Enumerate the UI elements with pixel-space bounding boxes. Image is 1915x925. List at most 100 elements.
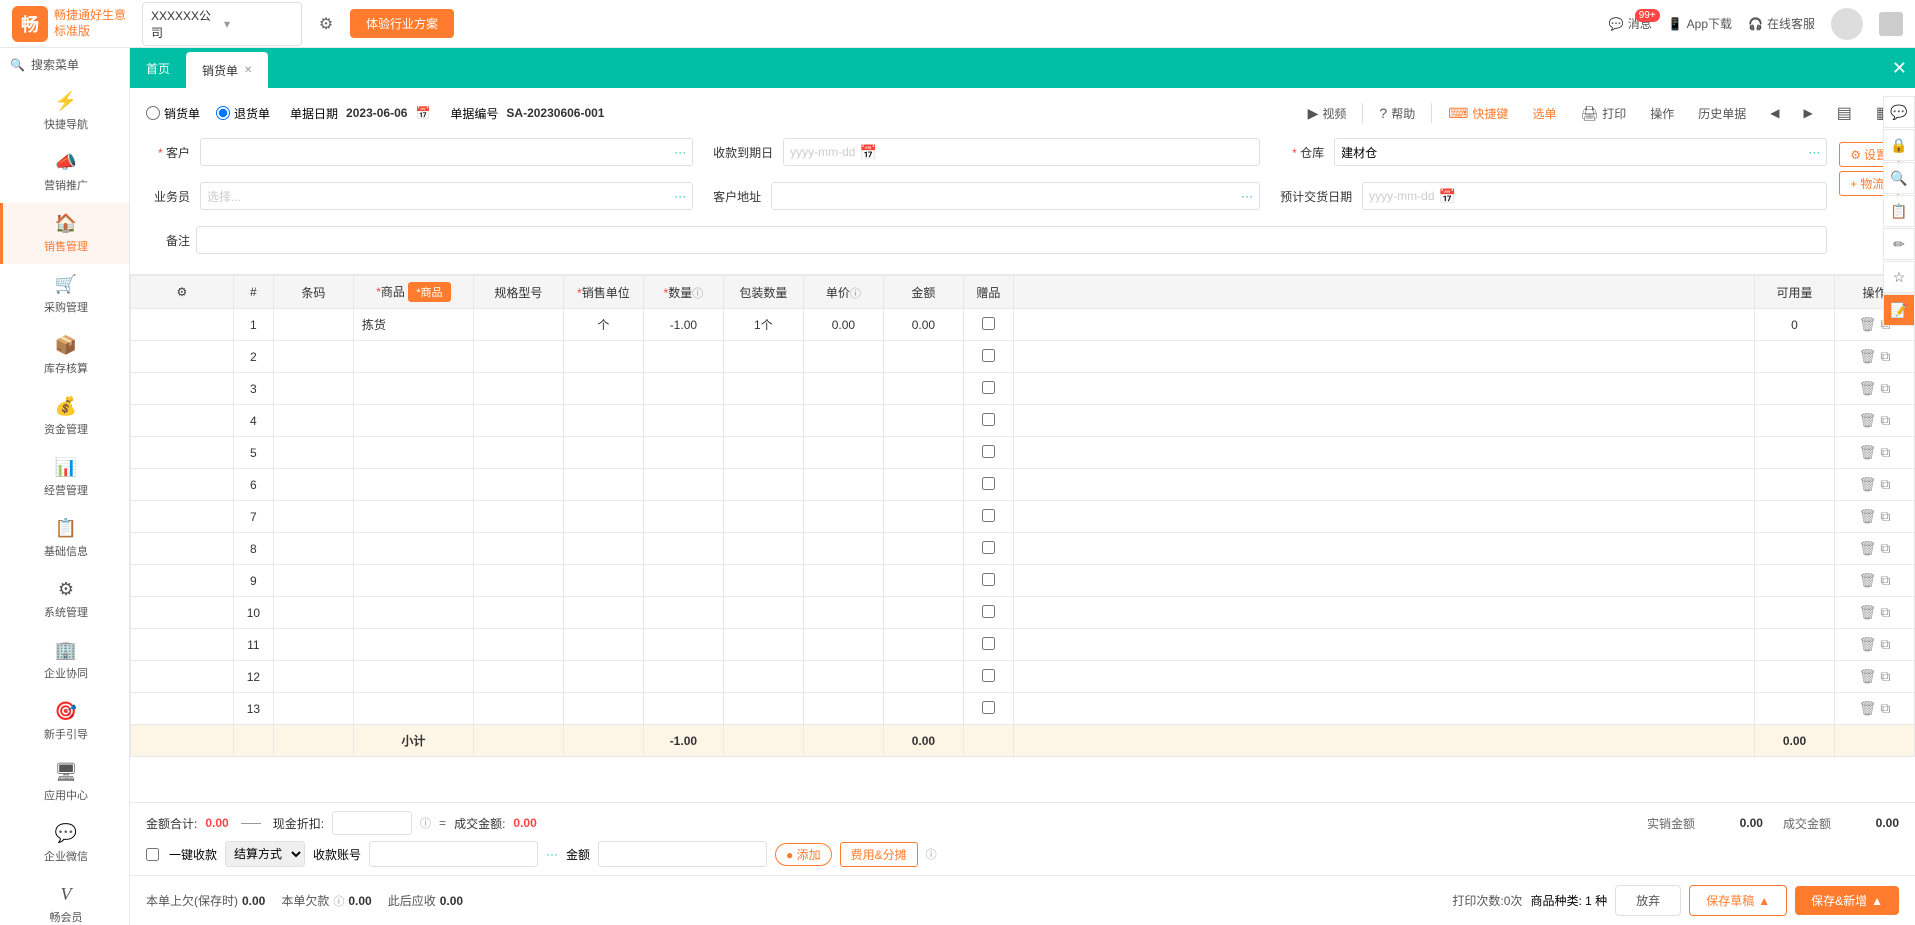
tab-sales-order[interactable]: 销货单 ✕ — [186, 52, 268, 88]
row-gift[interactable] — [963, 437, 1013, 469]
delete-row-icon[interactable]: 🗑 — [1859, 540, 1877, 557]
rf-btn-7[interactable]: 📝 — [1883, 294, 1915, 326]
row-spec[interactable] — [473, 341, 563, 373]
sidebar-item-operations[interactable]: 📊 经营管理 — [0, 447, 129, 508]
row-gift[interactable] — [963, 405, 1013, 437]
trial-button[interactable]: 体验行业方案 — [350, 9, 454, 38]
delete-row-icon[interactable]: 🗑 — [1859, 316, 1877, 333]
shortcut-btn[interactable]: ⌨ 快捷键 — [1440, 102, 1516, 125]
row-gift[interactable] — [963, 309, 1013, 341]
delete-row-icon[interactable]: 🗑 — [1859, 444, 1877, 461]
delete-row-icon[interactable]: 🗑 — [1859, 380, 1877, 397]
sidebar-item-apps[interactable]: 🖥 应用中心 — [0, 752, 129, 813]
customer-input[interactable]: ··· — [200, 138, 693, 166]
more-icon[interactable]: ··· — [674, 145, 686, 159]
row-product[interactable] — [353, 437, 473, 469]
sidebar-item-wechat[interactable]: 💬 企业微信 — [0, 813, 129, 874]
sidebar-item-inventory[interactable]: 📦 库存核算 — [0, 325, 129, 386]
delete-row-icon[interactable]: 🗑 — [1859, 700, 1877, 717]
payment-method-select[interactable]: 结算方式 — [225, 841, 305, 867]
row-qty[interactable] — [643, 405, 723, 437]
copy-row-icon[interactable]: ⧉ — [1880, 636, 1890, 653]
row-price[interactable] — [803, 661, 883, 693]
row-qty[interactable] — [643, 629, 723, 661]
video-btn[interactable]: ▶ 视频 — [1300, 102, 1355, 125]
row-product[interactable] — [353, 341, 473, 373]
row-price[interactable] — [803, 501, 883, 533]
row-spec[interactable] — [473, 565, 563, 597]
amount-input[interactable] — [598, 841, 767, 867]
row-product[interactable] — [353, 501, 473, 533]
next-btn[interactable]: ▶ — [1796, 103, 1821, 123]
row-price[interactable] — [803, 597, 883, 629]
row-barcode[interactable] — [273, 437, 353, 469]
sidebar-item-sales[interactable]: 🏠 销售管理 — [0, 203, 129, 264]
row-price[interactable] — [803, 693, 883, 725]
row-gift[interactable] — [963, 629, 1013, 661]
sidebar-item-newbie[interactable]: 🎯 新手引导 — [0, 691, 129, 752]
row-spec[interactable] — [473, 405, 563, 437]
row-price[interactable] — [803, 565, 883, 597]
cash-discount-input[interactable] — [332, 811, 412, 835]
delete-row-icon[interactable]: 🗑 — [1859, 572, 1877, 589]
sidebar-item-purchase[interactable]: 🛒 采购管理 — [0, 264, 129, 325]
expected-date-input[interactable]: yyyy-mm-dd 📅 — [1362, 182, 1827, 210]
one-click-pay-checkbox[interactable] — [146, 848, 159, 861]
company-selector[interactable]: XXXXXX公司 ▾ — [142, 2, 302, 46]
row-gift[interactable] — [963, 533, 1013, 565]
history-btn[interactable]: 历史单据 — [1690, 102, 1754, 125]
message-button[interactable]: 💬 消息 99+ — [1609, 15, 1652, 32]
row-spec[interactable] — [473, 533, 563, 565]
row-spec[interactable] — [473, 437, 563, 469]
row-barcode[interactable] — [273, 533, 353, 565]
row-product[interactable] — [353, 597, 473, 629]
delete-row-icon[interactable]: 🗑 — [1859, 636, 1877, 653]
row-product[interactable] — [353, 373, 473, 405]
copy-row-icon[interactable]: ⧉ — [1880, 444, 1890, 461]
addr-more-icon[interactable]: ··· — [1241, 189, 1253, 203]
copy-row-icon[interactable]: ⧉ — [1880, 476, 1890, 493]
row-price[interactable] — [803, 405, 883, 437]
row-spec[interactable] — [473, 469, 563, 501]
copy-row-icon[interactable]: ⧉ — [1880, 380, 1890, 397]
row-price[interactable]: 0.00 — [803, 309, 883, 341]
row-barcode[interactable] — [273, 693, 353, 725]
row-price[interactable] — [803, 533, 883, 565]
row-product[interactable] — [353, 469, 473, 501]
radio-return[interactable]: 退货单 — [216, 105, 270, 122]
rf-btn-2[interactable]: 🔒 — [1883, 129, 1915, 161]
tab-close-icon[interactable]: ✕ — [244, 65, 252, 76]
account-input[interactable] — [369, 841, 538, 867]
sidebar-item-member[interactable]: V 畅会员 — [0, 874, 129, 925]
discard-button[interactable]: 放弃 — [1615, 885, 1681, 916]
sidebar-item-quick-nav[interactable]: ⚡ 快捷导航 — [0, 81, 129, 142]
save-draft-button[interactable]: 保存草稿 ▲ — [1689, 885, 1787, 916]
delete-row-icon[interactable]: 🗑 — [1859, 412, 1877, 429]
row-gift[interactable] — [963, 693, 1013, 725]
row-spec[interactable] — [473, 309, 563, 341]
row-qty[interactable]: -1.00 — [643, 309, 723, 341]
row-product[interactable] — [353, 405, 473, 437]
copy-row-icon[interactable]: ⧉ — [1880, 700, 1890, 717]
row-qty[interactable] — [643, 437, 723, 469]
sidebar-search[interactable]: 🔍 搜索菜单 — [0, 48, 129, 81]
warehouse-input[interactable]: 建材仓 ··· — [1334, 138, 1827, 166]
row-barcode[interactable] — [273, 373, 353, 405]
rf-btn-4[interactable]: 📋 — [1883, 195, 1915, 227]
row-qty[interactable] — [643, 501, 723, 533]
row-barcode[interactable] — [273, 629, 353, 661]
row-qty[interactable] — [643, 469, 723, 501]
sidebar-item-finance[interactable]: 💰 资金管理 — [0, 386, 129, 447]
copy-row-icon[interactable]: ⧉ — [1880, 572, 1890, 589]
row-spec[interactable] — [473, 597, 563, 629]
settings-icon[interactable]: ⚙ — [310, 8, 342, 40]
row-spec[interactable] — [473, 501, 563, 533]
row-product[interactable] — [353, 565, 473, 597]
copy-row-icon[interactable]: ⧉ — [1880, 508, 1890, 525]
row-qty[interactable] — [643, 341, 723, 373]
copy-row-icon[interactable]: ⧉ — [1880, 348, 1890, 365]
operate-btn[interactable]: 操作 — [1642, 102, 1682, 125]
add-button[interactable]: ● 添加 — [775, 843, 832, 866]
delete-row-icon[interactable]: 🗑 — [1859, 476, 1877, 493]
payment-due-input[interactable]: yyyy-mm-dd 📅 — [783, 138, 1260, 166]
